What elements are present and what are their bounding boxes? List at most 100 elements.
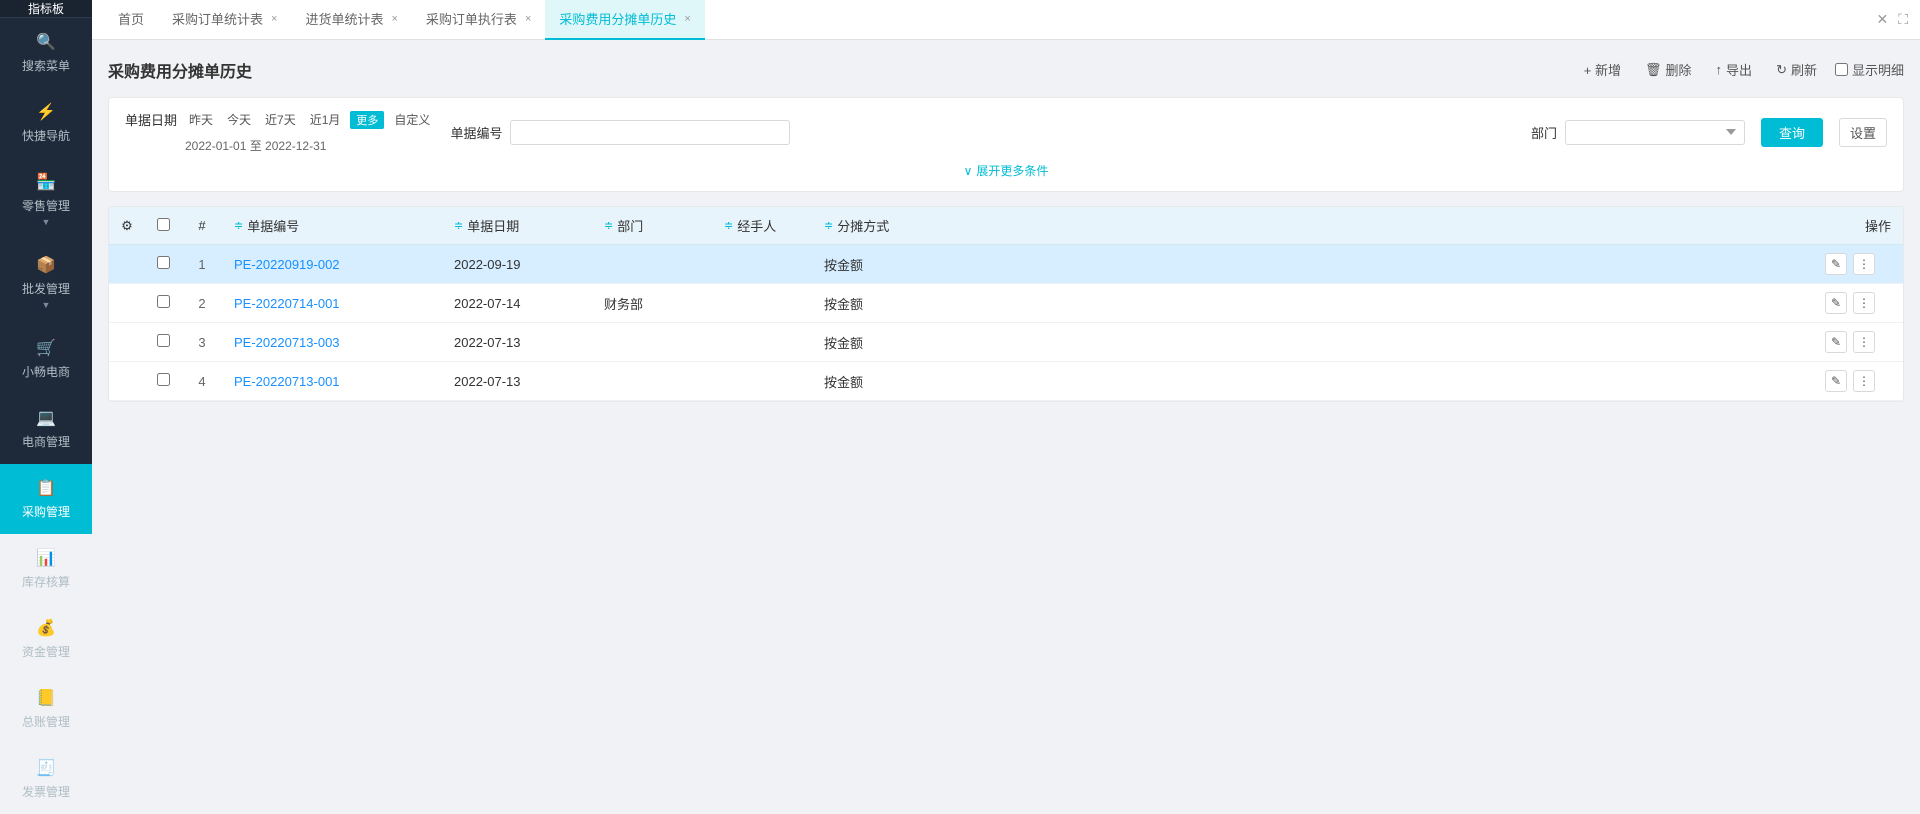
sort-icon: ≑: [604, 219, 613, 232]
sidebar-item-quick-nav[interactable]: ⚡ 快捷导航: [0, 88, 92, 158]
row-settings-cell: [109, 323, 145, 362]
tab-inbound-stats[interactable]: 进货单统计表 ×: [291, 0, 411, 40]
close-window-icon[interactable]: ✕: [1876, 11, 1888, 28]
content-area: 采购费用分摊单历史 + 新增 🗑 🗑 删除 删除 ↑ 导出 ↻ 刷新: [92, 40, 1920, 511]
setting-button[interactable]: 设置: [1839, 118, 1887, 147]
chevron-down-icon: ▼: [42, 300, 51, 310]
table-header-row: ⚙ # ≑ 单据编号 ≑: [109, 207, 1903, 245]
sidebar-item-inventory[interactable]: 📊 库存核算: [0, 534, 92, 604]
delete-button[interactable]: 🗑 🗑 删除 删除: [1639, 56, 1698, 83]
sidebar: 指标板 🔍 搜索菜单 ⚡ 快捷导航 🏪 零售管理 ▼ 📦 批发管理 ▼ 🛒 小畅…: [0, 0, 92, 511]
sidebar-item-mini-shop[interactable]: 🛒 小畅电商: [0, 324, 92, 394]
row-settings-cell: [109, 245, 145, 284]
doc-no-link[interactable]: PE-20220714-001: [234, 296, 340, 311]
table-row: 3 PE-20220713-003 2022-07-13 按金额 ✎ ⋮: [109, 323, 1903, 362]
col-doc-no[interactable]: ≑ 单据编号: [222, 207, 442, 245]
doc-no-link[interactable]: PE-20220713-003: [234, 335, 340, 350]
tab-purchase-order-exec[interactable]: 采购订单执行表 ×: [412, 0, 545, 40]
date-option-custom[interactable]: 自定义: [390, 110, 434, 129]
sidebar-item-finance[interactable]: 💰 资金管理: [0, 604, 92, 674]
refresh-button[interactable]: ↻ 刷新: [1770, 56, 1823, 83]
row-handler: [712, 362, 812, 401]
sort-icon: ≑: [724, 219, 733, 232]
more-icon[interactable]: ⋮: [1853, 253, 1875, 275]
query-button[interactable]: 查询: [1761, 118, 1823, 147]
tab-purchase-cost-split[interactable]: 采购费用分摊单历史 ×: [545, 0, 704, 40]
row-doc-no: PE-20220919-002: [222, 245, 442, 284]
doc-no-link[interactable]: PE-20220919-002: [234, 257, 340, 272]
row-split-method: 按金额: [812, 362, 1813, 401]
row-doc-no: PE-20220713-003: [222, 323, 442, 362]
fullscreen-icon[interactable]: ⛶: [1898, 11, 1908, 28]
date-option-more[interactable]: 更多: [350, 111, 384, 129]
sort-icon: ≑: [454, 219, 463, 232]
sidebar-item-label: 电商管理: [22, 433, 70, 450]
row-handler: [712, 284, 812, 323]
date-option-today[interactable]: 今天: [223, 110, 255, 129]
doc-no-input[interactable]: [510, 120, 790, 145]
add-button[interactable]: + 新增: [1578, 56, 1627, 83]
more-icon[interactable]: ⋮: [1853, 292, 1875, 314]
monitor-icon: 💻: [36, 408, 56, 428]
tab-home[interactable]: 首页: [104, 0, 158, 40]
edit-icon[interactable]: ✎: [1825, 331, 1847, 353]
row-num: 3: [182, 323, 222, 362]
sidebar-item-search[interactable]: 🔍 搜索菜单: [0, 18, 92, 88]
date-option-yesterday[interactable]: 昨天: [185, 110, 217, 129]
row-doc-date: 2022-07-13: [442, 323, 592, 362]
row-checkbox[interactable]: [157, 334, 170, 347]
row-checkbox[interactable]: [157, 256, 170, 269]
tab-close-icon[interactable]: ×: [391, 13, 397, 25]
expand-more-button[interactable]: ∨ 展开更多条件: [125, 162, 1887, 179]
tab-close-icon[interactable]: ×: [684, 13, 690, 25]
row-doc-no: PE-20220714-001: [222, 284, 442, 323]
sidebar-item-purchase[interactable]: 📋 采购管理: [0, 464, 92, 534]
col-doc-date[interactable]: ≑ 单据日期: [442, 207, 592, 245]
col-handler[interactable]: ≑ 经手人: [712, 207, 812, 245]
row-action: ✎ ⋮: [1813, 323, 1903, 362]
more-icon[interactable]: ⋮: [1853, 370, 1875, 392]
row-checkbox-cell: [145, 362, 182, 401]
date-filter-group: 单据日期 昨天 今天 近7天 近1月 更多 自定义 2022-01-01 至 2…: [125, 110, 434, 154]
sidebar-logo: 指标板: [0, 0, 92, 18]
doc-no-link[interactable]: PE-20220713-001: [234, 374, 340, 389]
row-settings-cell: [109, 362, 145, 401]
sort-icon: ≑: [234, 219, 243, 232]
cart-icon: 🛒: [36, 338, 56, 358]
show-detail-check[interactable]: [1835, 63, 1848, 76]
edit-icon[interactable]: ✎: [1825, 253, 1847, 275]
dept-select[interactable]: [1565, 120, 1745, 145]
table-row: 1 PE-20220919-002 2022-09-19 按金额 ✎ ⋮: [109, 245, 1903, 284]
money-icon: 💰: [36, 618, 56, 638]
filter-row: 单据日期 昨天 今天 近7天 近1月 更多 自定义 2022-01-01 至 2…: [125, 110, 1887, 154]
sidebar-item-ecom[interactable]: 💻 电商管理: [0, 394, 92, 464]
tab-close-icon[interactable]: ×: [525, 13, 531, 25]
sidebar-item-label: 发票管理: [22, 783, 70, 800]
sidebar-item-ledger[interactable]: 📒 总账管理: [0, 674, 92, 744]
edit-icon[interactable]: ✎: [1825, 370, 1847, 392]
col-split-method[interactable]: ≑ 分摊方式: [812, 207, 1813, 245]
sidebar-item-label: 批发管理: [22, 280, 70, 297]
tab-close-icon[interactable]: ×: [271, 13, 277, 25]
date-option-7days[interactable]: 近7天: [261, 110, 300, 129]
main-content: 首页 采购订单统计表 × 进货单统计表 × 采购订单执行表 × 采购费用分摊单历…: [92, 0, 1920, 511]
tab-purchase-order-stats[interactable]: 采购订单统计表 ×: [158, 0, 291, 40]
doc-no-label: 单据编号: [450, 123, 502, 142]
col-settings[interactable]: ⚙: [109, 207, 145, 245]
select-all-checkbox[interactable]: [157, 218, 170, 231]
row-checkbox[interactable]: [157, 295, 170, 308]
row-split-method: 按金额: [812, 284, 1813, 323]
row-checkbox[interactable]: [157, 373, 170, 386]
sidebar-item-retail[interactable]: 🏪 零售管理 ▼: [0, 158, 92, 241]
sidebar-item-wholesale[interactable]: 📦 批发管理 ▼: [0, 241, 92, 324]
col-dept[interactable]: ≑ 部门: [592, 207, 712, 245]
show-detail-checkbox[interactable]: 显示明细: [1835, 60, 1904, 79]
export-icon: ↑: [1716, 62, 1723, 77]
sidebar-item-invoice[interactable]: 🧾 发票管理: [0, 744, 92, 814]
more-icon[interactable]: ⋮: [1853, 331, 1875, 353]
edit-icon[interactable]: ✎: [1825, 292, 1847, 314]
lightning-icon: ⚡: [36, 102, 56, 122]
date-option-1month[interactable]: 近1月: [306, 110, 345, 129]
tab-label: 采购订单统计表: [172, 9, 263, 28]
export-button[interactable]: ↑ 导出: [1710, 56, 1759, 83]
